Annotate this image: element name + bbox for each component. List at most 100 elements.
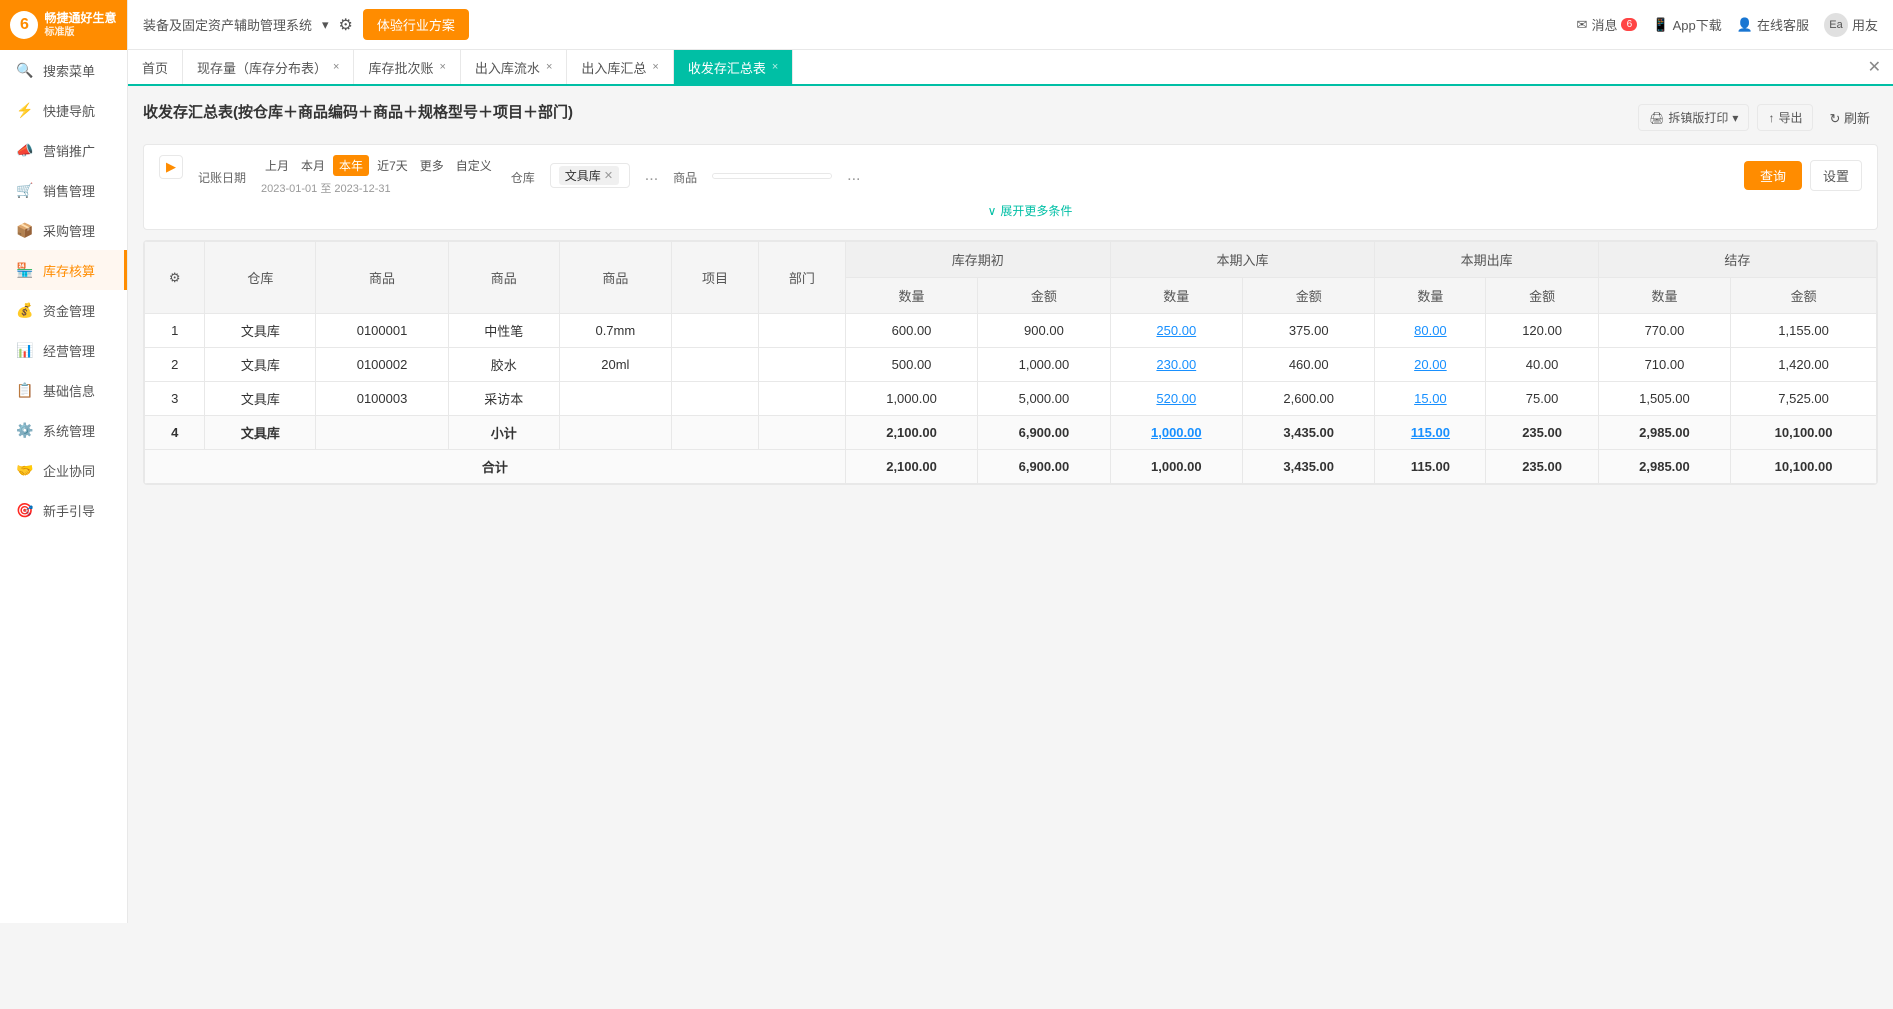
th-start-amount: 金额 [978, 278, 1110, 314]
app-download-button[interactable]: 📱 App下载 [1652, 15, 1721, 34]
tab-3[interactable]: 出入库流水× [461, 50, 567, 84]
date-btn-last-month[interactable]: 上月 [261, 155, 293, 176]
cell-in-amount-3: 3,435.00 [1243, 416, 1375, 450]
cell-start-qty-2: 1,000.00 [845, 382, 977, 416]
cell-start-qty-0: 600.00 [845, 314, 977, 348]
trial-button[interactable]: 体验行业方案 [363, 9, 469, 40]
cell-out-qty-2[interactable]: 15.00 [1375, 382, 1486, 416]
cell-in-qty-3[interactable]: 1,000.00 [1110, 416, 1242, 450]
sidebar-item-basic-info[interactable]: 📋 基础信息 [0, 370, 127, 410]
cell-in-qty-0[interactable]: 250.00 [1110, 314, 1242, 348]
tab-close-5[interactable]: × [772, 61, 778, 73]
sidebar-item-label-basic-info: 基础信息 [43, 381, 95, 400]
sidebar-item-label-finance: 资金管理 [43, 301, 95, 320]
sidebar-item-system[interactable]: ⚙️ 系统管理 [0, 410, 127, 450]
th-in-qty: 数量 [1110, 278, 1242, 314]
date-btn-this-year[interactable]: 本年 [333, 155, 369, 176]
header-left: 装备及固定资产辅助管理系统 ▾ ⚙ 体验行业方案 [143, 9, 469, 40]
goods-filter[interactable] [712, 173, 832, 179]
th-warehouse: 仓库 [205, 242, 316, 314]
cell-goods-spec-2 [559, 382, 671, 416]
system-dropdown[interactable]: ▾ [322, 17, 329, 33]
table-settings-icon[interactable]: ⚙ [145, 242, 205, 314]
user-menu[interactable]: Ea 用友 [1824, 13, 1878, 37]
date-btn-custom[interactable]: 自定义 [452, 155, 496, 176]
sidebar-item-finance[interactable]: 💰 资金管理 [0, 290, 127, 330]
cell-out-qty-3[interactable]: 115.00 [1375, 416, 1486, 450]
tab-4[interactable]: 出入库汇总× [567, 50, 673, 84]
expand-icon: ∨ [988, 204, 997, 218]
cell-goods-name-1: 胶水 [448, 348, 559, 382]
operations-icon: 📊 [15, 340, 35, 360]
sidebar-item-search[interactable]: 🔍 搜索菜单 [0, 50, 127, 90]
sidebar-item-sales[interactable]: 🛒 销售管理 [0, 170, 127, 210]
refresh-button[interactable]: ↻ 刷新 [1821, 104, 1878, 131]
warehouse-filter[interactable]: 文具库 ✕ [550, 163, 630, 188]
footer-in-qty: 1,000.00 [1110, 450, 1242, 484]
th-balance: 结存 [1598, 242, 1876, 278]
tab-5[interactable]: 收发存汇总表× [674, 50, 793, 84]
settings-button[interactable]: ⚙ [339, 15, 353, 35]
cell-goods-spec-0: 0.7mm [559, 314, 671, 348]
warehouse-tag-close[interactable]: ✕ [604, 169, 613, 182]
cell-project-1 [671, 348, 758, 382]
date-label: 记账日期 [198, 165, 246, 186]
sidebar-item-quick-nav[interactable]: ⚡ 快捷导航 [0, 90, 127, 130]
system-name: 装备及固定资产辅助管理系统 [143, 15, 312, 34]
tab-close-2[interactable]: × [439, 61, 445, 73]
filter-bar: ▶ 记账日期 上月 本月 本年 近7天 更多 自定义 2023-01-01 至 … [143, 144, 1878, 230]
cell-goods-code-0: 0100001 [316, 314, 448, 348]
tab-2[interactable]: 库存批次账× [354, 50, 460, 84]
message-button[interactable]: ✉ 消息 6 [1577, 15, 1638, 34]
th-department: 部门 [758, 242, 845, 314]
sidebar-item-guide[interactable]: 🎯 新手引导 [0, 490, 127, 530]
sidebar-item-enterprise[interactable]: 🤝 企业协同 [0, 450, 127, 490]
sidebar-item-operations[interactable]: 📊 经营管理 [0, 330, 127, 370]
sidebar-item-inventory[interactable]: 🏪 库存核算 [0, 250, 127, 290]
app-logo: 6 畅捷通好生意 标准版 [0, 0, 127, 50]
cell-department-3 [758, 416, 845, 450]
cell-in-qty-2[interactable]: 520.00 [1110, 382, 1242, 416]
tab-1[interactable]: 现存量（库存分布表）× [183, 50, 354, 84]
date-btn-this-month[interactable]: 本月 [297, 155, 329, 176]
filter-toggle-button[interactable]: ▶ [159, 155, 183, 179]
cell-start-amount-0: 900.00 [978, 314, 1110, 348]
cell-start-amount-2: 5,000.00 [978, 382, 1110, 416]
cell-out-qty-0[interactable]: 80.00 [1375, 314, 1486, 348]
date-btn-more[interactable]: 更多 [416, 155, 448, 176]
data-table: ⚙ 仓库 商品 商品 商品 项目 部门 库存期初 本期入库 本期出库 结存 数量… [144, 241, 1877, 484]
export-icon: ↑ [1768, 111, 1774, 125]
cell-start-amount-3: 6,900.00 [978, 416, 1110, 450]
settings-button-filter[interactable]: 设置 [1810, 160, 1862, 191]
th-goods-name: 商品 [448, 242, 559, 314]
footer-out-amount: 235.00 [1486, 450, 1598, 484]
close-all-tabs-button[interactable]: ✕ [1856, 50, 1893, 84]
date-btn-7days[interactable]: 近7天 [373, 155, 412, 176]
th-bal-qty: 数量 [1598, 278, 1730, 314]
inventory-icon: 🏪 [15, 260, 35, 280]
header-actions: 🖨 拆镇版打印 ▾ ↑ 导出 ↻ 刷新 [1638, 104, 1878, 131]
export-button[interactable]: ↑ 导出 [1757, 104, 1813, 131]
tab-close-3[interactable]: × [546, 61, 552, 73]
tab-close-1[interactable]: × [333, 61, 339, 73]
online-service-icon: 👤 [1737, 17, 1753, 33]
cell-in-qty-1[interactable]: 230.00 [1110, 348, 1242, 382]
tab-label-0: 首页 [142, 58, 168, 77]
expand-row: ∨ 展开更多条件 [198, 202, 1862, 219]
expand-conditions-button[interactable]: ∨ 展开更多条件 [988, 202, 1073, 219]
cell-department-1 [758, 348, 845, 382]
query-button[interactable]: 查询 [1744, 161, 1802, 190]
sidebar-item-purchase[interactable]: 📦 采购管理 [0, 210, 127, 250]
tab-close-4[interactable]: × [652, 61, 658, 73]
cell-goods-code-1: 0100002 [316, 348, 448, 382]
online-service-button[interactable]: 👤 在线客服 [1737, 15, 1809, 34]
cell-out-qty-1[interactable]: 20.00 [1375, 348, 1486, 382]
sales-icon: 🛒 [15, 180, 35, 200]
goods-more-button[interactable]: ... [847, 167, 860, 185]
print-button[interactable]: 🖨 拆镇版打印 ▾ [1638, 104, 1749, 131]
warehouse-more-button[interactable]: ... [645, 167, 658, 185]
cell-start-qty-1: 500.00 [845, 348, 977, 382]
tab-0[interactable]: 首页 [128, 50, 183, 84]
sidebar-item-marketing-promo[interactable]: 📣 营销推广 [0, 130, 127, 170]
th-period-in: 本期入库 [1110, 242, 1375, 278]
